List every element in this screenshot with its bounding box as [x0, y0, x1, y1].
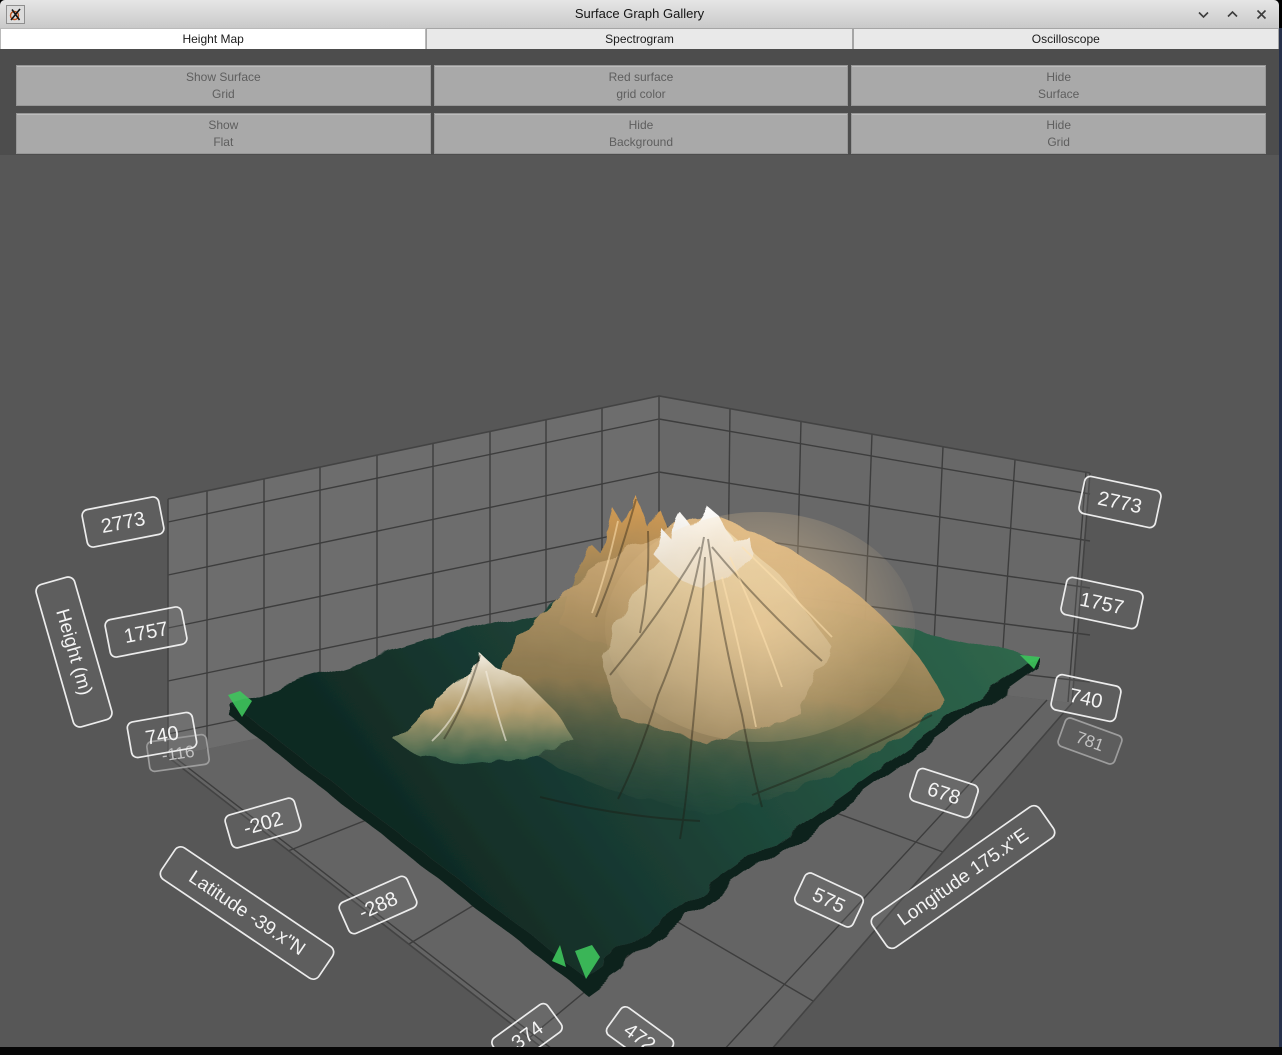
height-map-page: Show Surface Grid Red surface grid color…	[0, 49, 1279, 1047]
hide-grid-button[interactable]: Hide Grid	[851, 113, 1266, 154]
surface-grid-color-button[interactable]: Red surface grid color	[434, 65, 849, 106]
desktop-bottom-bar	[0, 1047, 1282, 1055]
chevron-up-icon	[1226, 8, 1239, 21]
tab-height-map[interactable]: Height Map	[0, 28, 426, 49]
maximize-button[interactable]	[1224, 6, 1240, 22]
close-icon	[1255, 8, 1268, 21]
tab-spectrogram[interactable]: Spectrogram	[426, 28, 852, 49]
show-flat-button[interactable]: Show Flat	[16, 113, 431, 154]
chevron-down-icon	[1197, 8, 1210, 21]
toolbar: Show Surface Grid Red surface grid color…	[16, 65, 1266, 154]
titlebar[interactable]: Surface Graph Gallery	[0, 0, 1279, 29]
surface-3d-view[interactable]: -116 781 2773 1757	[0, 155, 1279, 1047]
show-surface-grid-button[interactable]: Show Surface Grid	[16, 65, 431, 106]
tab-oscilloscope[interactable]: Oscilloscope	[853, 28, 1279, 49]
hide-surface-button[interactable]: Hide Surface	[851, 65, 1266, 106]
close-button[interactable]	[1253, 6, 1269, 22]
window-title: Surface Graph Gallery	[0, 0, 1279, 28]
minimize-button[interactable]	[1195, 6, 1211, 22]
app-window: Surface Graph Gallery Height Map Spectro…	[0, 0, 1279, 1047]
hide-background-button[interactable]: Hide Background	[434, 113, 849, 154]
tab-bar: Height Map Spectrogram Oscilloscope	[0, 28, 1279, 49]
